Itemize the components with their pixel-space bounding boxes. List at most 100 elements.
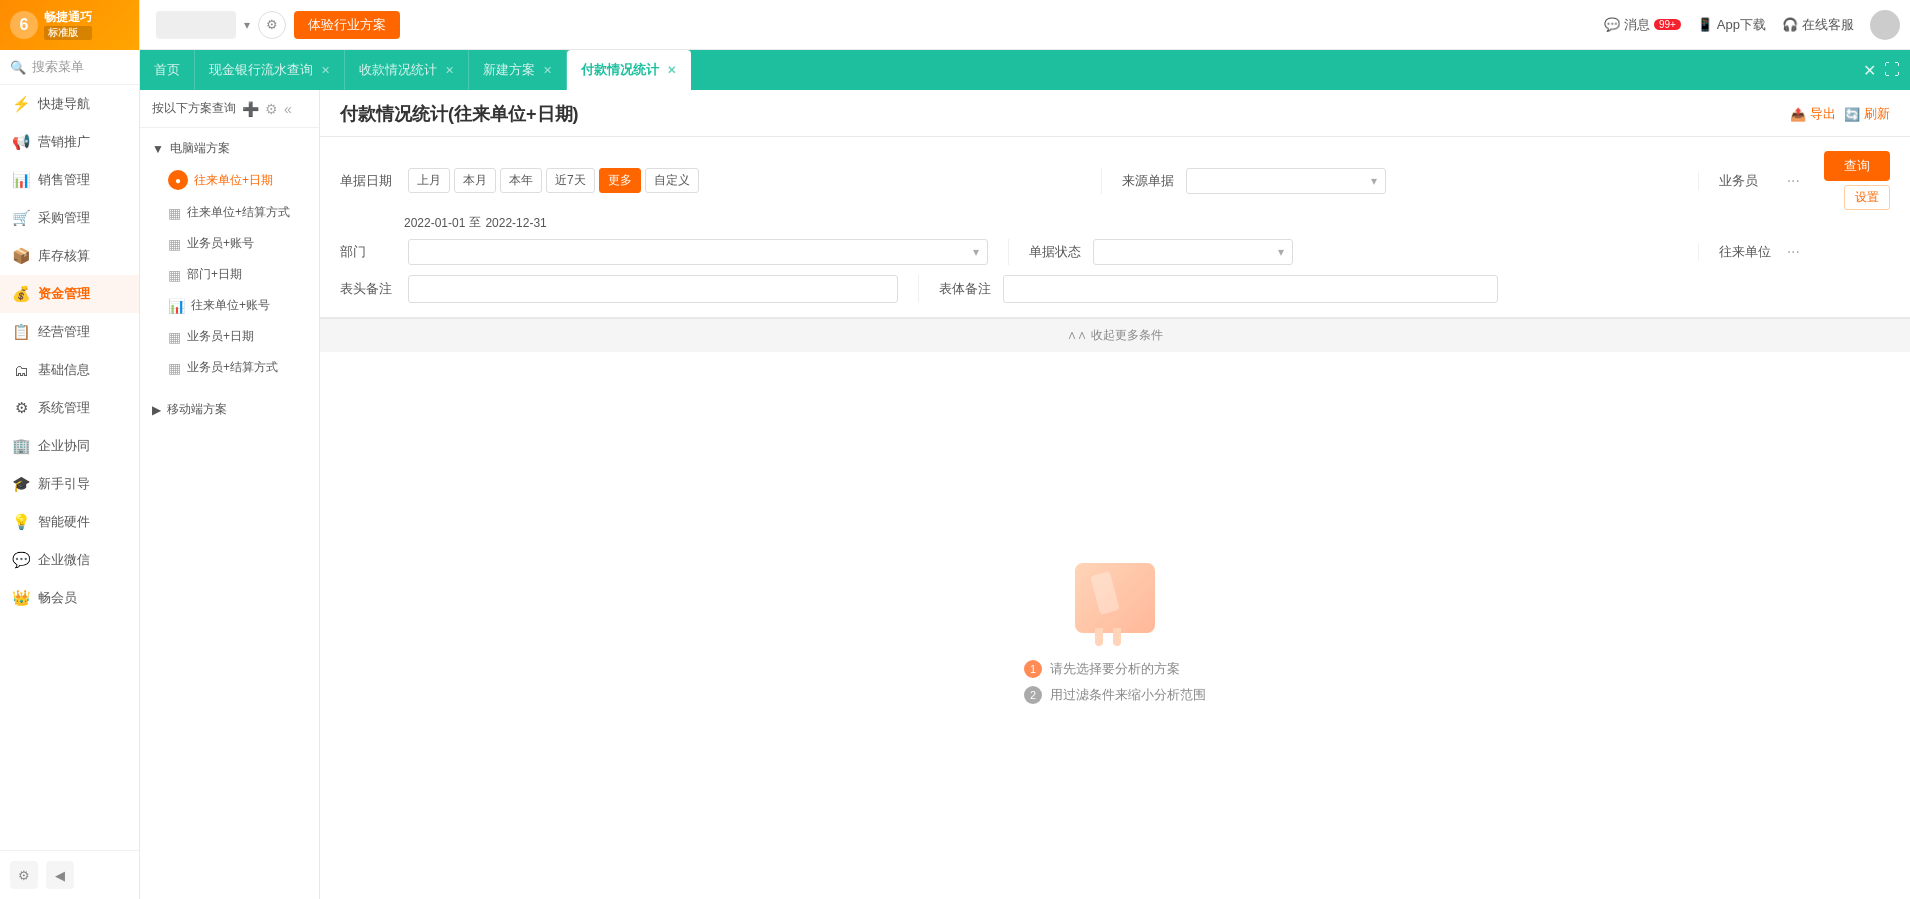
sidebar-item-marketing[interactable]: 📢 营销推广 <box>0 123 139 161</box>
tabbar: 首页 现金银行流水查询 ✕ 收款情况统计 ✕ 新建方案 ✕ 付款情况统计 ✕ ✕… <box>140 50 1910 90</box>
tab-payment-stats-label: 付款情况统计 <box>581 61 659 79</box>
sidebar-item-weixin[interactable]: 💬 企业微信 <box>0 541 139 579</box>
headset-icon: 🎧 <box>1782 17 1798 32</box>
doc-status-label: 单据状态 <box>1029 243 1085 261</box>
tab-new-scheme-close[interactable]: ✕ <box>543 64 552 77</box>
tab-bank-flow[interactable]: 现金银行流水查询 ✕ <box>195 50 345 90</box>
tab-bank-flow-close[interactable]: ✕ <box>321 64 330 77</box>
party-dots[interactable]: ··· <box>1787 243 1800 261</box>
tab-receivables[interactable]: 收款情况统计 ✕ <box>345 50 469 90</box>
logo-icon: 6 <box>10 11 38 39</box>
scheme-item-party-settle[interactable]: ▦ 往来单位+结算方式 <box>140 197 319 228</box>
query-btn[interactable]: 查询 <box>1824 151 1890 181</box>
scheme-collapse-btn[interactable]: « <box>284 101 292 117</box>
page-header: 付款情况统计(往来单位+日期) 📤 导出 🔄 刷新 <box>320 90 1910 137</box>
tab-receivables-label: 收款情况统计 <box>359 61 437 79</box>
scheme-item-label: 业务员+结算方式 <box>187 359 278 376</box>
sidebar-item-operations[interactable]: 📋 经营管理 <box>0 313 139 351</box>
sidebar-collapse-btn[interactable]: ◀ <box>46 861 74 889</box>
sidebar-item-hardware[interactable]: 💡 智能硬件 <box>0 503 139 541</box>
sidebar-item-label: 企业微信 <box>38 551 90 569</box>
date-btn-more[interactable]: 更多 <box>599 168 641 193</box>
date-btn-this-month[interactable]: 本月 <box>454 168 496 193</box>
sidebar-item-label: 智能硬件 <box>38 513 90 531</box>
system-icon: ⚙ <box>12 399 30 417</box>
scheme-item-staff-settle[interactable]: ▦ 业务员+结算方式 <box>140 352 319 383</box>
source-select[interactable]: ▾ <box>1186 168 1386 194</box>
scheme-item-label: 部门+日期 <box>187 266 242 283</box>
tab-receivables-close[interactable]: ✕ <box>445 64 454 77</box>
messages-badge: 99+ <box>1654 19 1681 30</box>
online-service-label: 在线客服 <box>1802 16 1854 34</box>
desktop-scheme-group-title[interactable]: ▼ 电脑端方案 <box>140 134 319 163</box>
date-btn-last-month[interactable]: 上月 <box>408 168 450 193</box>
page-header-actions: 📤 导出 🔄 刷新 <box>1790 105 1890 123</box>
scheme-item-staff-date[interactable]: ▦ 业务员+日期 <box>140 321 319 352</box>
empty-box-shine <box>1090 571 1120 615</box>
scheme-item-dept-date[interactable]: ▦ 部门+日期 <box>140 259 319 290</box>
online-service-btn[interactable]: 🎧 在线客服 <box>1782 16 1854 34</box>
sidebar-item-quick-nav[interactable]: ⚡ 快捷导航 <box>0 85 139 123</box>
sidebar-item-guide[interactable]: 🎓 新手引导 <box>0 465 139 503</box>
scheme-item-staff-account[interactable]: ▦ 业务员+账号 <box>140 228 319 259</box>
tab-new-scheme[interactable]: 新建方案 ✕ <box>469 50 567 90</box>
topnav-settings-btn[interactable]: ⚙ <box>258 11 286 39</box>
tab-payment-stats-close[interactable]: ✕ <box>667 64 676 77</box>
left-panel: 按以下方案查询 ➕ ⚙ « ▼ 电脑端方案 ● 往来单位+日期 ▦ <box>140 90 320 899</box>
filter-col-header-note: 表头备注 <box>340 275 918 303</box>
date-btn-this-year[interactable]: 本年 <box>500 168 542 193</box>
trial-btn[interactable]: 体验行业方案 <box>294 11 400 39</box>
hardware-icon: 💡 <box>12 513 30 531</box>
source-label: 来源单据 <box>1122 172 1178 190</box>
scheme-item-party-date[interactable]: ● 往来单位+日期 <box>140 163 319 197</box>
search-menu[interactable]: 🔍 搜索菜单 <box>0 50 139 85</box>
collapse-label: 收起更多条件 <box>1091 328 1163 342</box>
sidebar-item-inventory[interactable]: 📦 库存核算 <box>0 237 139 275</box>
phone-icon: 📱 <box>1697 17 1713 32</box>
tabbar-close-btn[interactable]: ✕ <box>1863 61 1876 80</box>
tab-payment-stats[interactable]: 付款情况统计 ✕ <box>567 50 691 90</box>
tab-home[interactable]: 首页 <box>140 50 195 90</box>
tabbar-expand-btn[interactable]: ⛶ <box>1884 61 1900 79</box>
sidebar-item-funds[interactable]: 💰 资金管理 <box>0 275 139 313</box>
scheme-item-label: 往来单位+日期 <box>194 172 273 189</box>
user-avatar[interactable] <box>1870 10 1900 40</box>
header-note-input[interactable] <box>408 275 898 303</box>
export-btn[interactable]: 📤 导出 <box>1790 105 1836 123</box>
doc-status-select[interactable]: ▾ <box>1093 239 1293 265</box>
sidebar-item-purchase[interactable]: 🛒 采购管理 <box>0 199 139 237</box>
messages-btn[interactable]: 💬 消息 99+ <box>1604 16 1681 34</box>
sidebar-item-sales[interactable]: 📊 销售管理 <box>0 161 139 199</box>
sidebar-settings-btn[interactable]: ⚙ <box>10 861 38 889</box>
scheme-item-party-account[interactable]: 📊 往来单位+账号 <box>140 290 319 321</box>
staff-dots[interactable]: ··· <box>1787 172 1800 190</box>
filter-area: 单据日期 上月 本月 本年 近7天 更多 自定义 来源单据 <box>320 137 1910 318</box>
scheme-icon: ▦ <box>168 360 181 376</box>
sidebar-item-enterprise[interactable]: 🏢 企业协同 <box>0 427 139 465</box>
sidebar-item-member[interactable]: 👑 畅会员 <box>0 579 139 617</box>
refresh-btn[interactable]: 🔄 刷新 <box>1844 105 1890 123</box>
company-dropdown[interactable]: ▾ <box>244 18 250 32</box>
filter-settings-link[interactable]: 设置 <box>1844 185 1890 210</box>
empty-state: 1 请先选择要分析的方案 2 用过滤条件来缩小分析范围 <box>320 352 1910 899</box>
chevron-down-icon: ▼ <box>152 142 164 156</box>
sidebar-item-basic-info[interactable]: 🗂 基础信息 <box>0 351 139 389</box>
collapse-bar[interactable]: ∧∧ 收起更多条件 <box>320 318 1910 352</box>
scheme-settings-btn[interactable]: ⚙ <box>265 101 278 117</box>
add-scheme-btn[interactable]: ➕ <box>242 101 259 117</box>
scheme-item-label: 业务员+账号 <box>187 235 254 252</box>
sidebar-item-system[interactable]: ⚙ 系统管理 <box>0 389 139 427</box>
date-btn-custom[interactable]: 自定义 <box>645 168 699 193</box>
sidebar-item-label: 基础信息 <box>38 361 90 379</box>
date-btn-7days[interactable]: 近7天 <box>546 168 595 193</box>
mobile-scheme-group-title[interactable]: ▶ 移动端方案 <box>140 395 319 424</box>
hint-text-2: 用过滤条件来缩小分析范围 <box>1050 686 1206 704</box>
purchase-icon: 🛒 <box>12 209 30 227</box>
scheme-item-label: 往来单位+结算方式 <box>187 204 290 221</box>
right-content: 付款情况统计(往来单位+日期) 📤 导出 🔄 刷新 <box>320 90 1910 899</box>
body-note-input[interactable] <box>1003 275 1497 303</box>
inventory-icon: 📦 <box>12 247 30 265</box>
app-download-btn[interactable]: 📱 App下载 <box>1697 16 1766 34</box>
sidebar-item-label: 快捷导航 <box>38 95 90 113</box>
dept-select[interactable]: ▾ <box>408 239 988 265</box>
